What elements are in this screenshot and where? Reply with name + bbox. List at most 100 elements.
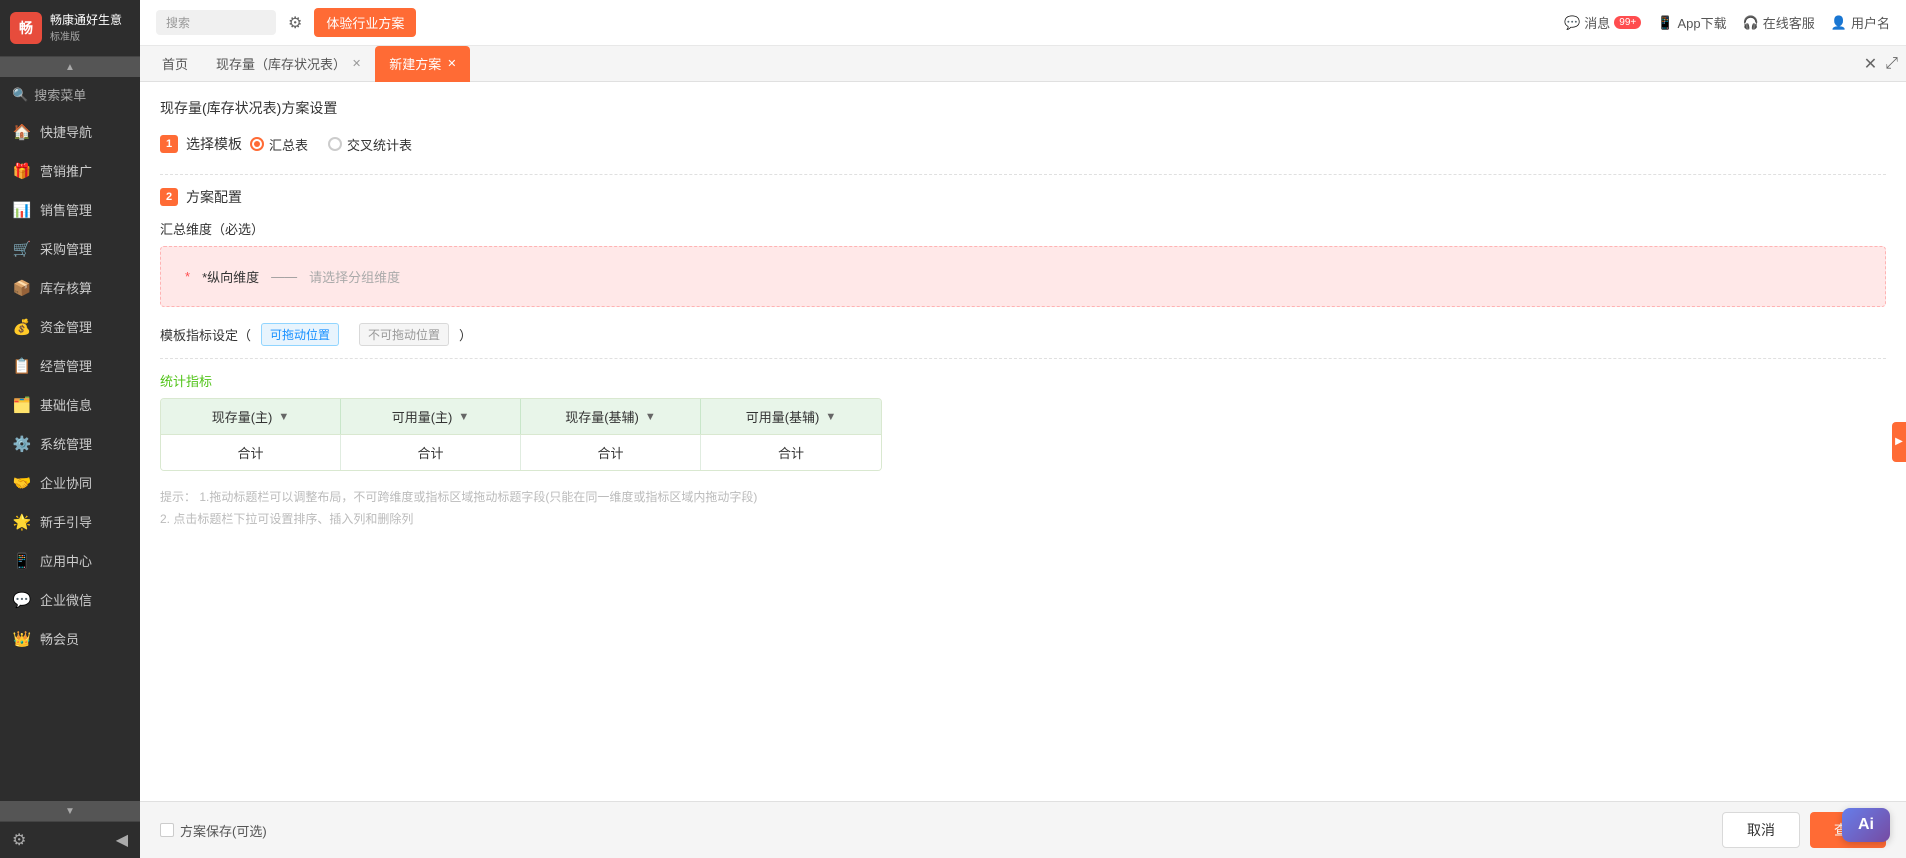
header-search[interactable]: 搜索 bbox=[156, 10, 276, 35]
sidebar-item-shortcut[interactable]: 🏠 快捷导航 bbox=[0, 112, 140, 151]
indicator-settings-row: 模板指标设定（ 可拖动位置 不可拖动位置 ） bbox=[160, 323, 1886, 346]
money-icon: 💰 bbox=[12, 318, 32, 336]
stats-data-row: 合计 合计 合计 合计 bbox=[161, 434, 881, 470]
header-left: 搜索 ⚙ 体验行业方案 bbox=[156, 8, 416, 37]
col-0-dropdown[interactable]: ▼ bbox=[278, 411, 289, 423]
phone-icon: 📱 bbox=[12, 552, 32, 570]
radio-dot-cross bbox=[328, 137, 342, 151]
gear-icon: ⚙️ bbox=[12, 435, 32, 453]
dimension-required-label: 汇总维度（必选） bbox=[160, 219, 1886, 238]
section2-header: 2 方案配置 bbox=[160, 187, 1886, 207]
template-radio-group: 汇总表 交叉统计表 bbox=[250, 135, 412, 154]
sidebar-logo: 畅 畅康通好生意 标准版 bbox=[0, 0, 140, 57]
search-icon: 🔍 bbox=[12, 87, 28, 103]
col-3-dropdown[interactable]: ▼ bbox=[825, 411, 836, 423]
sidebar-item-newbie[interactable]: 🌟 新手引导 bbox=[0, 502, 140, 541]
clipboard-icon: 📋 bbox=[12, 357, 32, 375]
tab-inventory-close[interactable]: ✕ bbox=[352, 57, 361, 70]
home-icon: 🏠 bbox=[12, 123, 32, 141]
expand-right-btn[interactable]: ▶ bbox=[1892, 422, 1906, 462]
crown-icon: 👑 bbox=[12, 630, 32, 648]
window-close-btn[interactable]: ✕ bbox=[1864, 54, 1877, 74]
settings-icon[interactable]: ⚙ bbox=[12, 830, 26, 850]
stats-table: 现存量(主) ▼ 可用量(主) ▼ 现存量(基辅) ▼ 可用量(基辅) bbox=[160, 398, 882, 471]
sidebar-item-business[interactable]: 📋 经营管理 bbox=[0, 346, 140, 385]
folder-icon: 🗂️ bbox=[12, 396, 32, 414]
stats-header-row: 现存量(主) ▼ 可用量(主) ▼ 现存量(基辅) ▼ 可用量(基辅) bbox=[161, 399, 881, 434]
section-choose-template: 1 选择模板 汇总表 交叉统计表 bbox=[160, 134, 1886, 154]
tab-inventory-status[interactable]: 现存量（库存状况表） ✕ bbox=[202, 46, 375, 82]
collapse-icon[interactable]: ◀ bbox=[116, 830, 128, 850]
col-1-dropdown[interactable]: ▼ bbox=[458, 411, 469, 423]
cart-icon: 🛒 bbox=[12, 240, 32, 258]
radio-cross[interactable]: 交叉统计表 bbox=[328, 135, 412, 154]
sidebar-item-appstore[interactable]: 📱 应用中心 bbox=[0, 541, 140, 580]
download-icon: 📱 bbox=[1657, 15, 1673, 31]
chart-icon: 📊 bbox=[12, 201, 32, 219]
sidebar-item-enterprise[interactable]: 🤝 企业协同 bbox=[0, 463, 140, 502]
divider2 bbox=[160, 358, 1886, 359]
cell-0: 合计 bbox=[161, 435, 341, 470]
dimension-required-star: * bbox=[185, 269, 190, 284]
window-expand-btn[interactable]: ⤢ bbox=[1885, 55, 1898, 73]
section1-header: 1 选择模板 汇总表 交叉统计表 bbox=[160, 134, 1886, 154]
sidebar-item-sales[interactable]: 📊 销售管理 bbox=[0, 190, 140, 229]
sidebar-scroll-up[interactable]: ▲ bbox=[0, 57, 140, 77]
tip-1: 提示： 1.拖动标题栏可以调整布局，不可跨维度或指标区域拖动标题字段(只能在同一… bbox=[160, 487, 1886, 509]
avatar-icon: 👤 bbox=[1831, 15, 1847, 31]
col-header-0[interactable]: 现存量(主) ▼ bbox=[161, 399, 341, 434]
user-avatar[interactable]: 👤 用户名 bbox=[1831, 13, 1890, 32]
sidebar-search[interactable]: 🔍 搜索菜单 bbox=[0, 77, 140, 112]
wechat-icon: 💬 bbox=[12, 591, 32, 609]
message-icon: 💬 bbox=[1564, 15, 1580, 31]
sidebar-item-purchase[interactable]: 🛒 采购管理 bbox=[0, 229, 140, 268]
trial-btn[interactable]: 体验行业方案 bbox=[314, 8, 416, 37]
tag-draggable: 可拖动位置 bbox=[261, 323, 339, 346]
sidebar: 畅 畅康通好生意 标准版 ▲ 🔍 搜索菜单 🏠 快捷导航 🎁 营销推广 📊 销售… bbox=[0, 0, 140, 858]
sidebar-item-finance[interactable]: 💰 资金管理 bbox=[0, 307, 140, 346]
save-option[interactable]: 方案保存(可选) bbox=[160, 821, 267, 840]
box-icon: 📦 bbox=[12, 279, 32, 297]
sidebar-item-system[interactable]: ⚙️ 系统管理 bbox=[0, 424, 140, 463]
cell-2: 合计 bbox=[521, 435, 701, 470]
content-footer: 方案保存(可选) 取消 查询 bbox=[140, 801, 1906, 858]
col-2-dropdown[interactable]: ▼ bbox=[645, 411, 656, 423]
main-area: 搜索 ⚙ 体验行业方案 💬 消息 99+ 📱 App下载 🎧 在线客服 👤 用户… bbox=[140, 0, 1906, 858]
tab-new-plan[interactable]: 新建方案 ✕ bbox=[375, 46, 470, 82]
sidebar-logo-text: 畅康通好生意 标准版 bbox=[50, 13, 122, 44]
sidebar-item-inventory[interactable]: 📦 库存核算 bbox=[0, 268, 140, 307]
top-header: 搜索 ⚙ 体验行业方案 💬 消息 99+ 📱 App下载 🎧 在线客服 👤 用户… bbox=[140, 0, 1906, 46]
cancel-button[interactable]: 取消 bbox=[1722, 812, 1800, 848]
sidebar-item-marketing[interactable]: 🎁 营销推广 bbox=[0, 151, 140, 190]
sidebar-item-basic[interactable]: 🗂️ 基础信息 bbox=[0, 385, 140, 424]
indicator-suffix: ） bbox=[459, 325, 472, 344]
col-header-1[interactable]: 可用量(主) ▼ bbox=[341, 399, 521, 434]
sidebar-scroll-down[interactable]: ▼ bbox=[0, 801, 140, 821]
message-btn[interactable]: 💬 消息 99+ bbox=[1564, 13, 1641, 32]
col-header-2[interactable]: 现存量(基辅) ▼ bbox=[521, 399, 701, 434]
page-title: 现存量(库存状况表)方案设置 bbox=[160, 98, 1886, 118]
ai-button[interactable]: Ai bbox=[1842, 808, 1890, 842]
cell-3: 合计 bbox=[701, 435, 881, 470]
tab-home[interactable]: 首页 bbox=[148, 46, 202, 82]
sidebar-item-wechat[interactable]: 💬 企业微信 bbox=[0, 580, 140, 619]
stats-section: 统计指标 现存量(主) ▼ 可用量(主) ▼ 现存量(基辅) bbox=[160, 371, 1886, 471]
section-plan-config: 2 方案配置 汇总维度（必选） * *纵向维度 —— 请选择分组维度 模板指标设… bbox=[160, 187, 1886, 530]
stats-title: 统计指标 bbox=[160, 371, 1886, 390]
tag-fixed: 不可拖动位置 bbox=[359, 323, 449, 346]
sidebar-bottom: ⚙ ◀ bbox=[0, 821, 140, 858]
tip-2: 2. 点击标题栏下拉可设置排序、插入列和删除列 bbox=[160, 509, 1886, 531]
star-icon: 🌟 bbox=[12, 513, 32, 531]
sidebar-nav: 🏠 快捷导航 🎁 营销推广 📊 销售管理 🛒 采购管理 📦 库存核算 💰 资金管… bbox=[0, 112, 140, 801]
app-download-btn[interactable]: 📱 App下载 bbox=[1657, 13, 1726, 32]
col-header-3[interactable]: 可用量(基辅) ▼ bbox=[701, 399, 881, 434]
tab-new-plan-close[interactable]: ✕ bbox=[447, 57, 456, 70]
online-support-btn[interactable]: 🎧 在线客服 bbox=[1743, 13, 1815, 32]
dimension-box[interactable]: * *纵向维度 —— 请选择分组维度 bbox=[160, 246, 1886, 307]
radio-dot-summary bbox=[250, 137, 264, 151]
sidebar-item-member[interactable]: 👑 畅会员 bbox=[0, 619, 140, 658]
header-settings-icon[interactable]: ⚙ bbox=[288, 13, 302, 33]
tips-section: 提示： 1.拖动标题栏可以调整布局，不可跨维度或指标区域拖动标题字段(只能在同一… bbox=[160, 487, 1886, 530]
radio-summary[interactable]: 汇总表 bbox=[250, 135, 308, 154]
save-checkbox[interactable] bbox=[160, 823, 174, 837]
